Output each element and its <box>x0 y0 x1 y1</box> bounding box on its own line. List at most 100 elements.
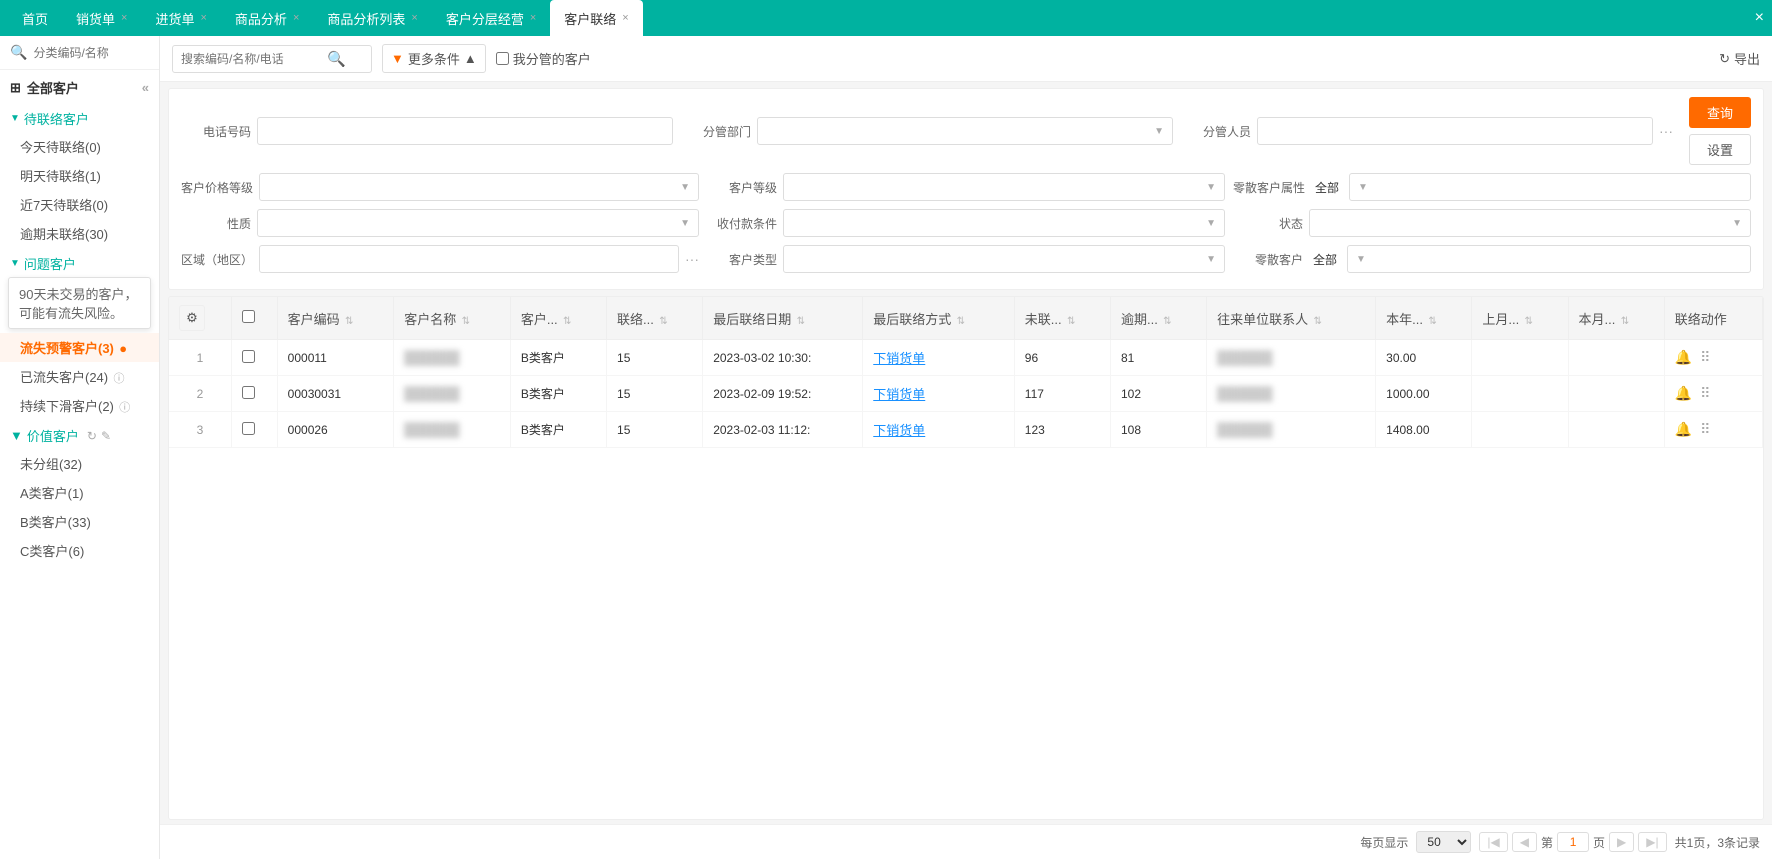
tab-goods-list-close[interactable]: × <box>411 12 417 24</box>
th-overdue[interactable]: 逾期... ⇅ <box>1110 297 1206 340</box>
filter-input-phone[interactable] <box>257 117 673 145</box>
th-last-month[interactable]: 上月... ⇅ <box>1472 297 1568 340</box>
sidebar-item-today[interactable]: 今天待联络(0) <box>0 132 159 161</box>
cell-num: 1 <box>169 340 231 376</box>
sidebar-item-churn-warning-label: 流失预警客户(3) <box>20 341 114 356</box>
contact-action-icon[interactable]: 🔔 <box>1675 385 1692 402</box>
my-customers-wrap[interactable]: 我分管的客户 <box>496 49 591 68</box>
more-action-icon[interactable]: ⠿ <box>1700 349 1710 366</box>
th-type[interactable]: 客户... ⇅ <box>510 297 606 340</box>
more-action-icon[interactable]: ⠿ <box>1700 421 1710 438</box>
sidebar-item-classB[interactable]: B类客户(33) <box>0 507 159 536</box>
sidebar-item-ungroup[interactable]: 未分组(32) <box>0 449 159 478</box>
th-code[interactable]: 客户编码 ⇅ <box>277 297 394 340</box>
refresh-icon[interactable]: ↻ <box>87 429 97 443</box>
next-page-button[interactable]: ▶ <box>1609 832 1634 852</box>
contact-action-icon[interactable]: 🔔 <box>1675 421 1692 438</box>
cell-this-month <box>1568 412 1664 448</box>
filter-select-customer-tier[interactable]: ▼ <box>783 173 1225 201</box>
tab-goods-analysis[interactable]: 商品分析 × <box>221 0 313 36</box>
cell-name: ██████ <box>394 340 511 376</box>
arrow-down-icon3: ▼ <box>10 428 23 443</box>
tab-sales[interactable]: 销货单 × <box>62 0 141 36</box>
th-uncontacted[interactable]: 未联... ⇅ <box>1014 297 1110 340</box>
page-number-input[interactable] <box>1557 832 1589 852</box>
row-checkbox[interactable] <box>242 386 255 399</box>
per-page-select[interactable]: 50 100 200 <box>1416 831 1471 853</box>
sidebar-search-input[interactable] <box>33 46 149 60</box>
query-button[interactable]: 查询 <box>1689 97 1751 128</box>
close-window-button[interactable]: × <box>1755 9 1764 27</box>
search-input[interactable] <box>181 52 321 66</box>
filter-select-status[interactable]: ▼ <box>1309 209 1751 237</box>
edit-icon[interactable]: ✎ <box>101 429 111 443</box>
select-all-checkbox[interactable] <box>242 310 255 323</box>
prev-page-button[interactable]: ◀ <box>1512 832 1537 852</box>
sidebar-item-classA[interactable]: A类客户(1) <box>0 478 159 507</box>
last-method-link[interactable]: 下销货单 <box>873 423 925 438</box>
tab-home[interactable]: 首页 <box>8 0 62 36</box>
th-last-method[interactable]: 最后联络方式 ⇅ <box>863 297 1015 340</box>
tab-sales-close[interactable]: × <box>121 12 127 24</box>
filter-input-region[interactable] <box>259 245 679 273</box>
last-method-link[interactable]: 下销货单 <box>873 351 925 366</box>
tab-customer-tier[interactable]: 客户分层经营 × <box>432 0 550 36</box>
filter-select-price-tier[interactable]: ▼ <box>259 173 699 201</box>
sidebar-item-tomorrow[interactable]: 明天待联络(1) <box>0 161 159 190</box>
sidebar-search-wrap: 🔍 <box>0 36 159 70</box>
tab-customer-tier-close[interactable]: × <box>530 12 536 24</box>
filter-select-retail-customer[interactable]: ▼ <box>1347 245 1751 273</box>
last-page-button[interactable]: ▶| <box>1638 832 1666 852</box>
th-contact[interactable]: 联络... ⇅ <box>607 297 703 340</box>
tab-purchase-close[interactable]: × <box>200 12 206 24</box>
filter-more-button[interactable]: ▼ 更多条件 ▲ <box>382 44 486 73</box>
tab-goods-analysis-close[interactable]: × <box>293 12 299 24</box>
table-wrap: ⚙ 客户编码 ⇅ 客户名称 ⇅ <box>168 296 1764 820</box>
search-icon[interactable]: 🔍 <box>327 50 346 68</box>
filter-select-retail-attr[interactable]: ▼ <box>1349 173 1751 201</box>
last-method-link[interactable]: 下销货单 <box>873 387 925 402</box>
cell-code: 000026 <box>277 412 394 448</box>
sidebar-item-churn-warning[interactable]: 流失预警客户(3) ● <box>0 333 159 362</box>
sidebar-collapse-icon[interactable]: « <box>142 80 149 95</box>
tab-customer-contact[interactable]: 客户联络 × <box>550 0 642 36</box>
more-action-icon[interactable]: ⠿ <box>1700 385 1710 402</box>
th-last-date[interactable]: 最后联络日期 ⇅ <box>703 297 863 340</box>
my-customers-checkbox[interactable] <box>496 52 509 65</box>
th-name[interactable]: 客户名称 ⇅ <box>394 297 511 340</box>
region-more-icon[interactable]: ··· <box>685 251 699 267</box>
filter-select-payment[interactable]: ▼ <box>783 209 1225 237</box>
sidebar-item-classB-label: B类客户(33) <box>20 515 91 530</box>
filter-select-nature[interactable]: ▼ <box>257 209 699 237</box>
th-contact-person[interactable]: 往来单位联系人 ⇅ <box>1207 297 1376 340</box>
tab-goods-list[interactable]: 商品分析列表 × <box>313 0 431 36</box>
tab-purchase[interactable]: 进货单 × <box>141 0 220 36</box>
sidebar-item-churned[interactable]: 已流失客户(24) ⓘ <box>0 362 159 391</box>
sidebar-group-value[interactable]: ▼ 价值客户 ↻ ✎ <box>0 420 159 449</box>
more-options-icon[interactable]: ··· <box>1659 123 1673 139</box>
export-button[interactable]: ↻ 导出 <box>1719 49 1760 68</box>
th-settings[interactable]: ⚙ <box>169 297 231 340</box>
filter-select-dept[interactable]: ▼ <box>757 117 1173 145</box>
sidebar-group-problem[interactable]: ▼ 问题客户 <box>0 248 159 277</box>
th-year[interactable]: 本年... ⇅ <box>1376 297 1472 340</box>
first-page-button[interactable]: |◀ <box>1479 832 1507 852</box>
sidebar-group-pending[interactable]: ▼ 待联络客户 <box>0 103 159 132</box>
contact-action-icon[interactable]: 🔔 <box>1675 349 1692 366</box>
tab-customer-contact-close[interactable]: × <box>622 12 628 24</box>
sidebar-all-customers[interactable]: ⊞ 全部客户 « <box>0 70 159 103</box>
chevron-down-icon3: ▼ <box>1206 182 1216 193</box>
filter-select-person[interactable] <box>1257 117 1653 145</box>
table-settings-icon[interactable]: ⚙ <box>179 305 205 331</box>
filter-label-region: 区域（地区） <box>181 251 253 268</box>
content-area: 🔍 ▼ 更多条件 ▲ 我分管的客户 ↻ 导出 电话号码 <box>160 36 1772 859</box>
row-checkbox[interactable] <box>242 422 255 435</box>
sidebar-item-7days[interactable]: 近7天待联络(0) <box>0 190 159 219</box>
sidebar-item-declining[interactable]: 持续下滑客户(2) ⓘ <box>0 391 159 420</box>
row-checkbox[interactable] <box>242 350 255 363</box>
sidebar-item-classC[interactable]: C类客户(6) <box>0 536 159 565</box>
sidebar-item-overdue[interactable]: 逾期未联络(30) <box>0 219 159 248</box>
setting-button[interactable]: 设置 <box>1689 134 1751 165</box>
th-this-month[interactable]: 本月... ⇅ <box>1568 297 1664 340</box>
filter-select-customer-type[interactable]: ▼ <box>783 245 1225 273</box>
